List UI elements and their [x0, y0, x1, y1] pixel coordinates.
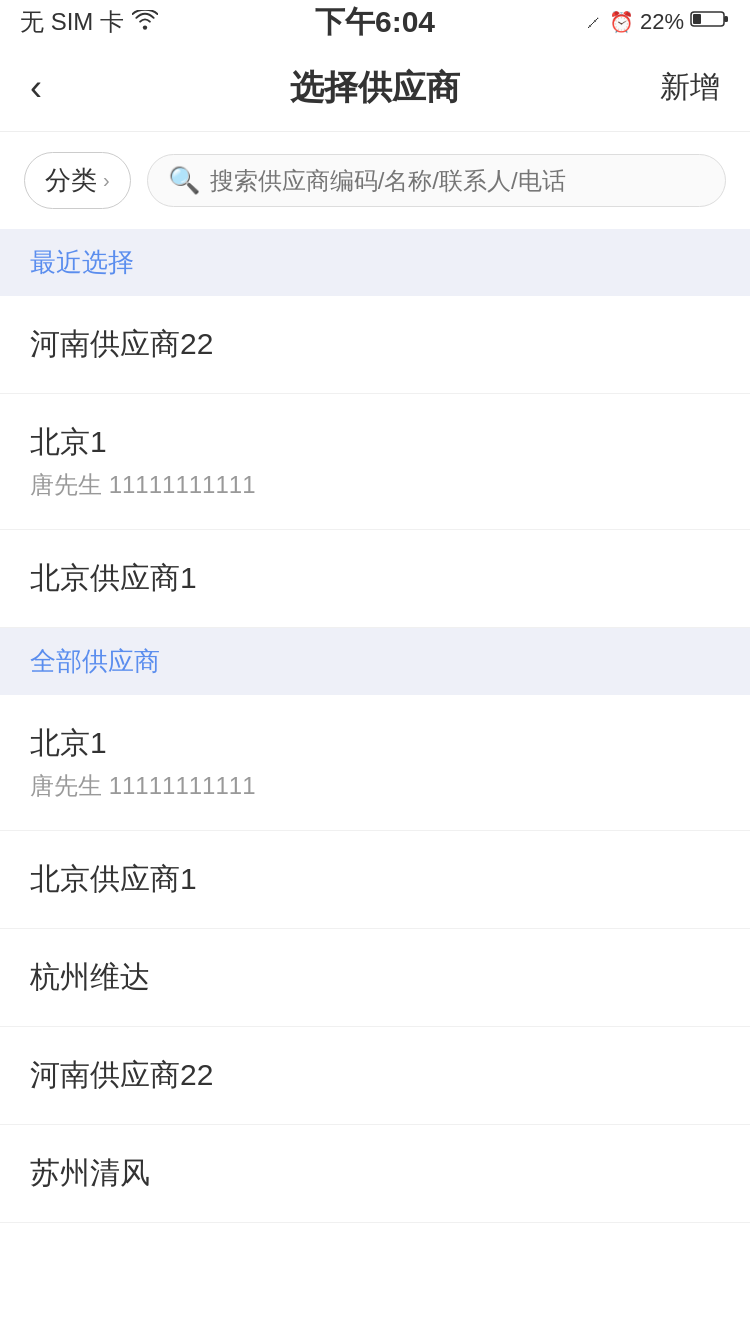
nav-bar: ‹ 选择供应商 新增 [0, 44, 750, 132]
back-button[interactable]: ‹ [30, 67, 90, 109]
svg-rect-2 [693, 14, 701, 24]
status-left: 无 SIM 卡 [20, 6, 158, 38]
location-icon: ⟋ [583, 11, 603, 34]
filter-row: 分类 › 🔍 [0, 132, 750, 229]
item-name: 杭州维达 [30, 957, 720, 998]
list-item[interactable]: 河南供应商22 [0, 1027, 750, 1125]
status-bar: 无 SIM 卡 下午6:04 ⟋ ⏰ 22% [0, 0, 750, 44]
list-item[interactable]: 北京供应商1 [0, 831, 750, 929]
list-item[interactable]: 北京1 唐先生 11111111111 [0, 394, 750, 530]
carrier-text: 无 SIM 卡 [20, 6, 124, 38]
search-input[interactable] [210, 167, 705, 195]
list-item[interactable]: 北京1 唐先生 11111111111 [0, 695, 750, 831]
chevron-right-icon: › [103, 169, 110, 192]
item-name: 河南供应商22 [30, 1055, 720, 1096]
search-box: 🔍 [147, 154, 726, 207]
all-section-header: 全部供应商 [0, 628, 750, 695]
nav-title: 选择供应商 [290, 65, 460, 111]
wifi-icon [132, 8, 158, 36]
alarm-icon: ⏰ [609, 10, 634, 34]
item-name: 河南供应商22 [30, 324, 720, 365]
search-icon: 🔍 [168, 165, 200, 196]
list-item[interactable]: 杭州维达 [0, 929, 750, 1027]
svg-rect-1 [724, 16, 728, 22]
list-item[interactable]: 苏州清风 [0, 1125, 750, 1223]
add-button[interactable]: 新增 [660, 67, 720, 108]
item-sub: 唐先生 11111111111 [30, 770, 720, 802]
category-label: 分类 [45, 163, 97, 198]
item-name: 北京供应商1 [30, 558, 720, 599]
category-filter-button[interactable]: 分类 › [24, 152, 131, 209]
all-list: 北京1 唐先生 11111111111 北京供应商1 杭州维达河南供应商22 苏州清风 [0, 695, 750, 1223]
item-name: 北京1 [30, 723, 720, 764]
status-time: 下午6:04 [315, 2, 435, 43]
item-name: 北京供应商1 [30, 859, 720, 900]
battery-text: 22% [640, 9, 684, 35]
item-sub: 唐先生 11111111111 [30, 469, 720, 501]
list-item[interactable]: 北京供应商1 [0, 530, 750, 628]
item-name: 北京1 [30, 422, 720, 463]
recent-list: 河南供应商22 北京1 唐先生 11111111111 北京供应商1 [0, 296, 750, 628]
item-name: 苏州清风 [30, 1153, 720, 1194]
recent-section-header: 最近选择 [0, 229, 750, 296]
list-item[interactable]: 河南供应商22 [0, 296, 750, 394]
battery-icon [690, 9, 730, 35]
status-right: ⟋ ⏰ 22% [583, 9, 730, 35]
